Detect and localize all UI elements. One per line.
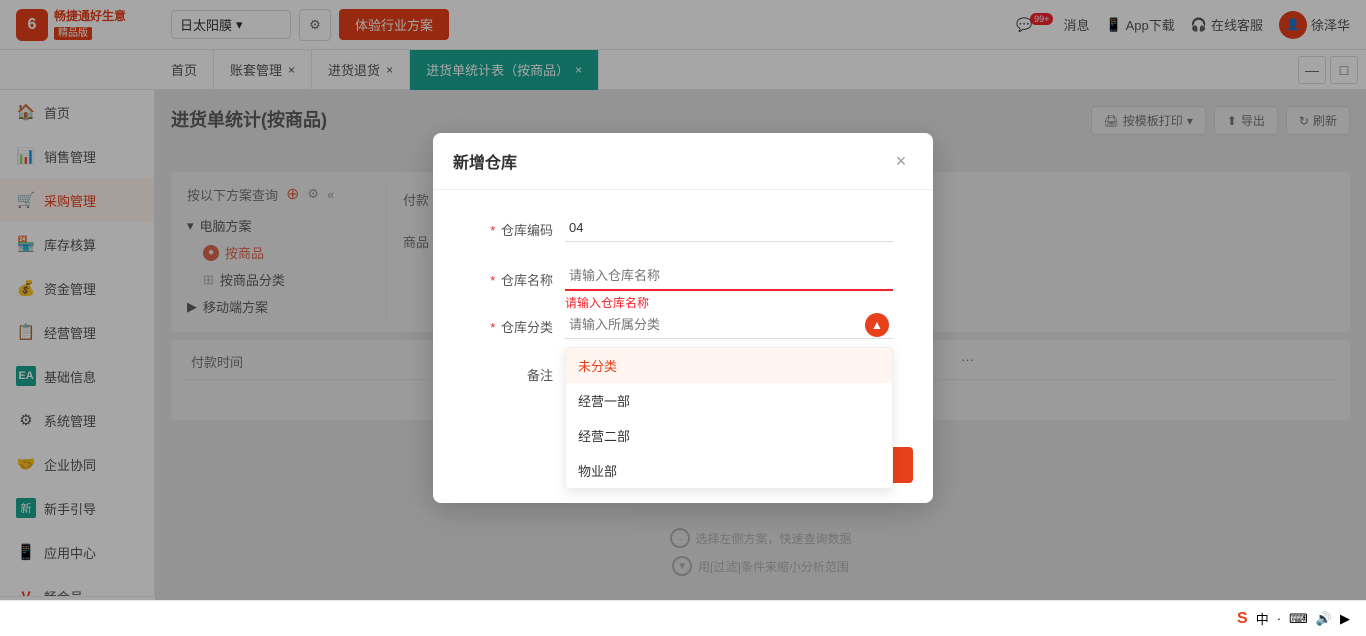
code-input[interactable] bbox=[565, 214, 893, 242]
category-label: * 仓库分类 bbox=[473, 311, 553, 336]
modal-overlay: 新增仓库 × * 仓库编码 * 仓库名称 bbox=[0, 0, 1366, 636]
form-row-code: * 仓库编码 bbox=[473, 214, 893, 242]
status-bar-right: S 中 · ⌨ 🔊 ▶ bbox=[1237, 609, 1350, 628]
name-error-message: 请输入仓库名称 bbox=[565, 294, 649, 311]
dropdown-item-3[interactable]: 物业部 bbox=[566, 453, 892, 488]
status-dot-icon[interactable]: · bbox=[1277, 611, 1281, 626]
form-row-name: * 仓库名称 请输入仓库名称 bbox=[473, 262, 893, 291]
dropdown-item-2[interactable]: 经营二部 bbox=[566, 418, 892, 453]
dropdown-item-0[interactable]: 未分类 bbox=[566, 348, 892, 383]
modal-header: 新增仓库 × bbox=[433, 133, 933, 190]
name-input[interactable] bbox=[565, 262, 893, 291]
dropdown-item-1[interactable]: 经营一部 bbox=[566, 383, 892, 418]
note-label: 备注 bbox=[473, 359, 553, 384]
status-speaker-icon[interactable]: 🔊 bbox=[1316, 611, 1332, 627]
category-select-wrapper: ▲ 未分类 经营一部 经营二部 物业部 bbox=[565, 311, 893, 339]
modal-body: * 仓库编码 * 仓库名称 请输入仓库名称 * bbox=[433, 190, 933, 435]
code-label: * 仓库编码 bbox=[473, 214, 553, 239]
category-dropdown: 未分类 经营一部 经营二部 物业部 bbox=[565, 347, 893, 489]
modal-close-button[interactable]: × bbox=[889, 149, 913, 173]
status-bar: S 中 · ⌨ 🔊 ▶ bbox=[0, 600, 1366, 636]
status-lang-icon[interactable]: 中 bbox=[1256, 609, 1269, 628]
modal-title: 新增仓库 bbox=[453, 149, 517, 173]
add-warehouse-modal: 新增仓库 × * 仓库编码 * 仓库名称 bbox=[433, 133, 933, 503]
status-keyboard-icon[interactable]: ⌨ bbox=[1289, 611, 1308, 627]
form-row-category: * 仓库分类 ▲ 未分类 经营一部 经营二部 物业部 bbox=[473, 311, 893, 339]
status-s-icon[interactable]: S bbox=[1237, 610, 1248, 628]
category-arrow-button[interactable]: ▲ bbox=[865, 313, 889, 337]
name-label: * 仓库名称 bbox=[473, 264, 553, 289]
status-triangle-icon[interactable]: ▶ bbox=[1340, 611, 1350, 627]
category-input[interactable] bbox=[565, 311, 893, 339]
